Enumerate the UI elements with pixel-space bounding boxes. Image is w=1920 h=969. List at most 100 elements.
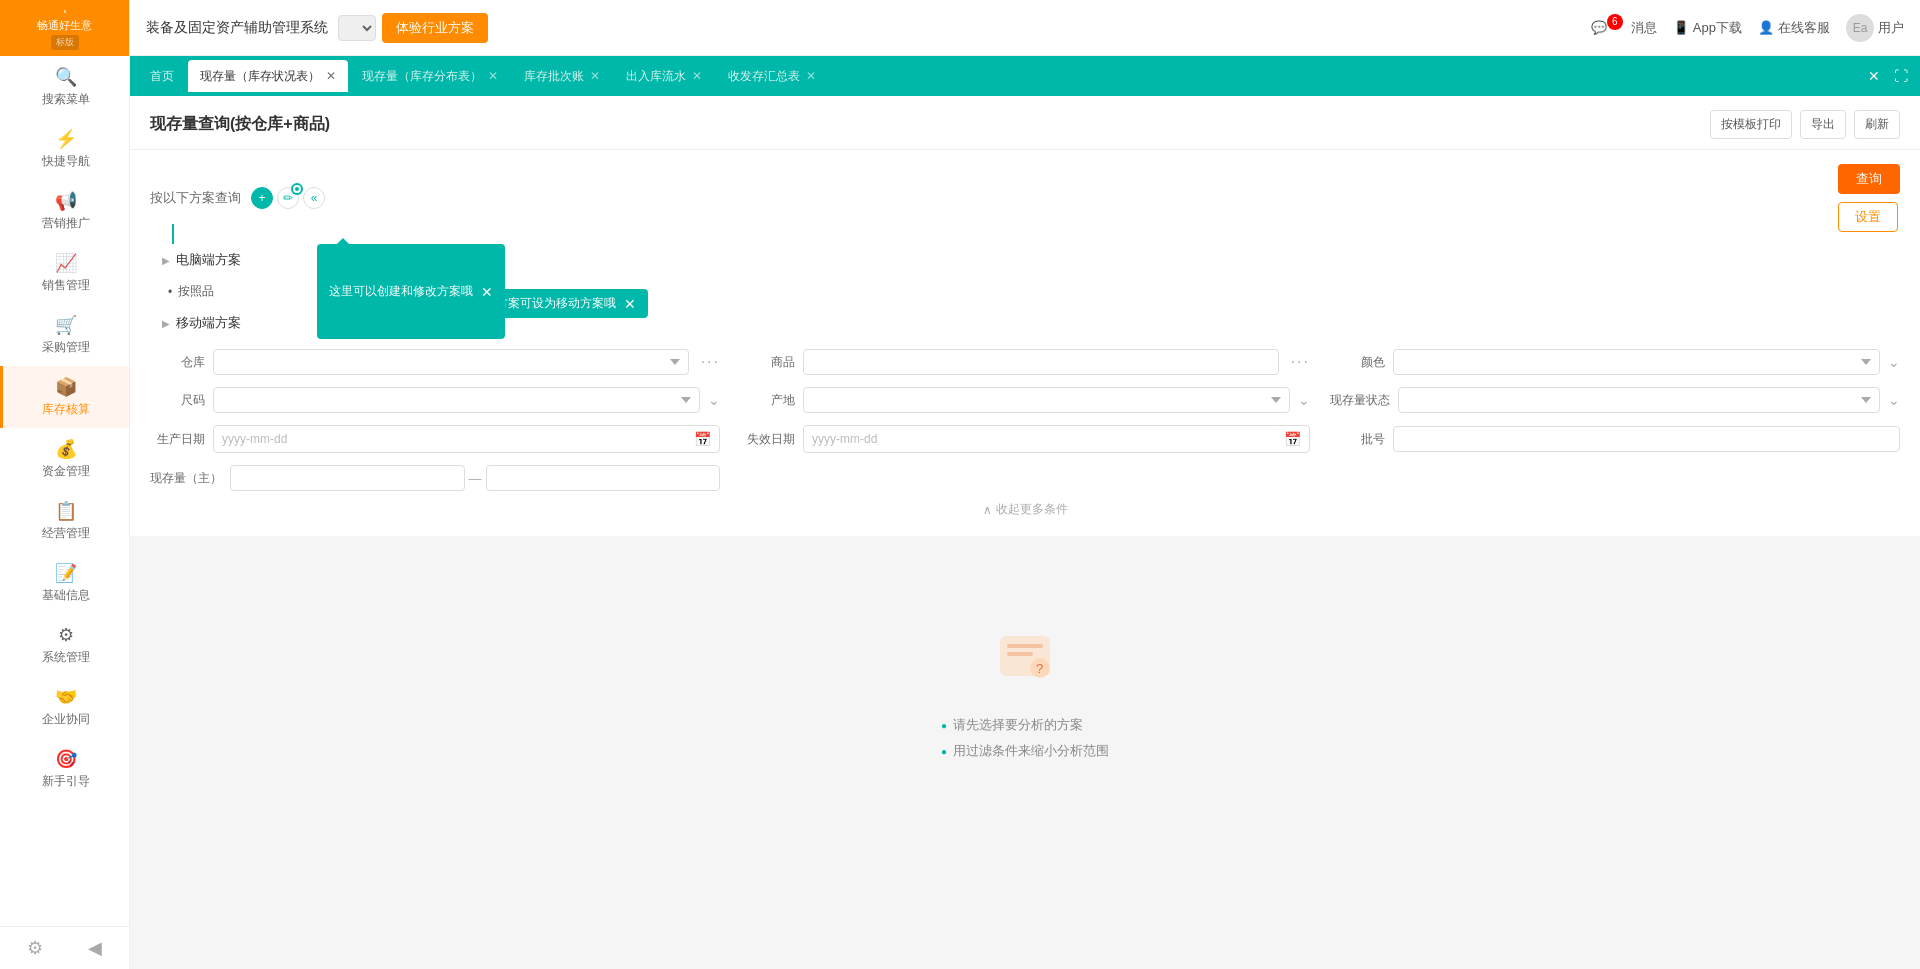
sidebar-item-sales[interactable]: 📈 销售管理 — [0, 242, 129, 304]
sidebar-item-label: 营销推广 — [42, 215, 90, 232]
settings-icon[interactable]: ⚙ — [27, 937, 43, 959]
expire-date-input[interactable]: yyyy-mm-dd 📅 — [803, 425, 1310, 453]
system-icon: ⚙ — [58, 624, 74, 646]
sidebar-bottom: ⚙ ◀ — [0, 926, 129, 969]
qty-min-input[interactable] — [230, 465, 465, 491]
batch-label: 批号 — [1330, 431, 1385, 448]
connector-line — [172, 224, 174, 244]
logo-text: 畅通好生意 — [37, 18, 92, 33]
tooltip-top-close[interactable]: ✕ — [624, 296, 636, 312]
sidebar-item-label: 资金管理 — [42, 463, 90, 480]
system-name: 装备及固定资产辅助管理系统 — [146, 19, 328, 37]
reset-btn[interactable]: 设置 — [1838, 202, 1898, 232]
sidebar-item-management[interactable]: 📋 经营管理 — [0, 490, 129, 552]
tab-close-icon[interactable]: ✕ — [692, 69, 702, 83]
scheme-item-pc[interactable]: ▶ 电脑端方案 — [150, 244, 305, 276]
sidebar-item-guide[interactable]: 🎯 新手引导 — [0, 738, 129, 800]
online-service-item[interactable]: 👤 在线客服 — [1758, 19, 1830, 37]
user-item[interactable]: Ea 用户 — [1846, 14, 1904, 42]
tab-summary[interactable]: 收发存汇总表 ✕ — [716, 60, 828, 92]
filter-row-warehouse: 仓库 ··· — [150, 349, 720, 375]
sidebar-item-search[interactable]: 🔍 搜索菜单 — [0, 56, 129, 118]
scheme-sub-item-label[interactable]: • 按照品 — [168, 276, 305, 307]
tab-close-icon[interactable]: ✕ — [806, 69, 816, 83]
tab-inventory-status[interactable]: 现存量（库存状况表） ✕ — [188, 60, 348, 92]
collapse-icon[interactable]: ◀ — [88, 937, 102, 959]
tab-home[interactable]: 首页 — [138, 60, 186, 92]
sidebar-item-finance[interactable]: 💰 资金管理 — [0, 428, 129, 490]
phone-icon: 📱 — [1673, 20, 1689, 35]
sidebar-item-basic[interactable]: 📝 基础信息 — [0, 552, 129, 614]
qty-range: — — [230, 465, 720, 491]
template-print-btn[interactable]: 按模板打印 — [1710, 110, 1792, 139]
svg-rect-4 — [1007, 652, 1033, 656]
tab-label: 收发存汇总表 — [728, 68, 800, 85]
sidebar-item-inventory[interactable]: 📦 库存核算 — [0, 366, 129, 428]
sidebar-item-label: 搜索菜单 — [42, 91, 90, 108]
industry-btn[interactable]: 体验行业方案 — [382, 13, 488, 43]
tab-batch[interactable]: 库存批次账 ✕ — [512, 60, 612, 92]
sidebar-item-label: 系统管理 — [42, 649, 90, 666]
collapse-row[interactable]: ∧ 收起更多条件 — [150, 491, 1900, 522]
tooltip-scheme-close[interactable]: ✕ — [481, 284, 493, 300]
export-btn[interactable]: 导出 — [1800, 110, 1846, 139]
scheme-list: ▶ 电脑端方案 • 按照品 ▶ 移动端方案 — [150, 244, 305, 339]
warehouse-select[interactable] — [213, 349, 689, 375]
edit-scheme-btn[interactable]: ✏ — [277, 187, 299, 209]
tooltip-scheme: 这里可以创建和修改方案哦 ✕ — [317, 244, 505, 339]
prev-btn[interactable]: « — [303, 187, 325, 209]
sidebar-item-collab[interactable]: 🤝 企业协同 — [0, 676, 129, 738]
tab-close-icon[interactable]: ✕ — [590, 69, 600, 83]
scheme-item-mobile[interactable]: ▶ 移动端方案 — [150, 307, 305, 339]
tabs-right: ✕ ⛶ — [1864, 64, 1912, 88]
tab-flow[interactable]: 出入库流水 ✕ — [614, 60, 714, 92]
expire-date-label: 失效日期 — [740, 431, 795, 448]
tab-close-all-icon[interactable]: ✕ — [1864, 64, 1884, 88]
message-item[interactable]: 💬 6 消息 — [1591, 19, 1657, 37]
status-chevron[interactable]: ⌄ — [1888, 392, 1900, 408]
basic-icon: 📝 — [55, 562, 77, 584]
batch-input[interactable] — [1393, 426, 1900, 452]
add-scheme-btn[interactable]: + — [251, 187, 273, 209]
color-select[interactable] — [1393, 349, 1880, 375]
goods-dots[interactable]: ··· — [1291, 353, 1310, 371]
sidebar-item-label: 库存核算 — [42, 401, 90, 418]
app-download-item[interactable]: 📱 App下载 — [1673, 19, 1742, 37]
tab-close-icon[interactable]: ✕ — [326, 69, 336, 83]
empty-step2: 用过滤条件来缩小分析范围 — [941, 738, 1109, 764]
sidebar-item-label: 采购管理 — [42, 339, 90, 356]
sidebar-item-nav[interactable]: ⚡ 快捷导航 — [0, 118, 129, 180]
tab-inventory-dist[interactable]: 现存量（库存分布表） ✕ — [350, 60, 510, 92]
color-chevron[interactable]: ⌄ — [1888, 354, 1900, 370]
tab-home-label: 首页 — [150, 68, 174, 85]
filter-row-goods: 商品 ··· — [740, 349, 1310, 375]
goods-input[interactable] — [803, 349, 1279, 375]
tab-label: 现存量（库存分布表） — [362, 68, 482, 85]
filter-row-qty: 现存量（主） — — [150, 465, 720, 491]
prod-date-input[interactable]: yyyy-mm-dd 📅 — [213, 425, 720, 453]
sidebar-item-system[interactable]: ⚙ 系统管理 — [0, 614, 129, 676]
management-icon: 📋 — [55, 500, 77, 522]
warehouse-label: 仓库 — [150, 354, 205, 371]
sidebar-logo: 6 畅通好生意 标版 — [0, 0, 129, 56]
tab-maximize-icon[interactable]: ⛶ — [1890, 64, 1912, 88]
size-select[interactable] — [213, 387, 700, 413]
message-label: 消息 — [1631, 19, 1657, 37]
sidebar-item-label: 经营管理 — [42, 525, 90, 542]
sidebar-item-purchase[interactable]: 🛒 采购管理 — [0, 304, 129, 366]
size-chevron[interactable]: ⌄ — [708, 392, 720, 408]
scheme-area: ▶ 电脑端方案 • 按照品 ▶ 移动端方案 — [150, 244, 1900, 339]
goods-label: 商品 — [740, 354, 795, 371]
tab-close-icon[interactable]: ✕ — [488, 69, 498, 83]
origin-chevron[interactable]: ⌄ — [1298, 392, 1310, 408]
page-content: 现存量查询(按仓库+商品) 按模板打印 导出 刷新 按以下方案查询 + ✏ — [130, 96, 1920, 969]
warehouse-dots[interactable]: ··· — [701, 353, 720, 371]
status-select[interactable] — [1398, 387, 1880, 413]
search-btn[interactable]: 查询 — [1838, 164, 1900, 194]
sidebar-item-marketing[interactable]: 📢 营销推广 — [0, 180, 129, 242]
origin-select[interactable] — [803, 387, 1290, 413]
edit-icon: ✏ — [283, 191, 293, 205]
qty-max-input[interactable] — [486, 465, 721, 491]
refresh-btn[interactable]: 刷新 — [1854, 110, 1900, 139]
system-select[interactable] — [338, 15, 376, 41]
